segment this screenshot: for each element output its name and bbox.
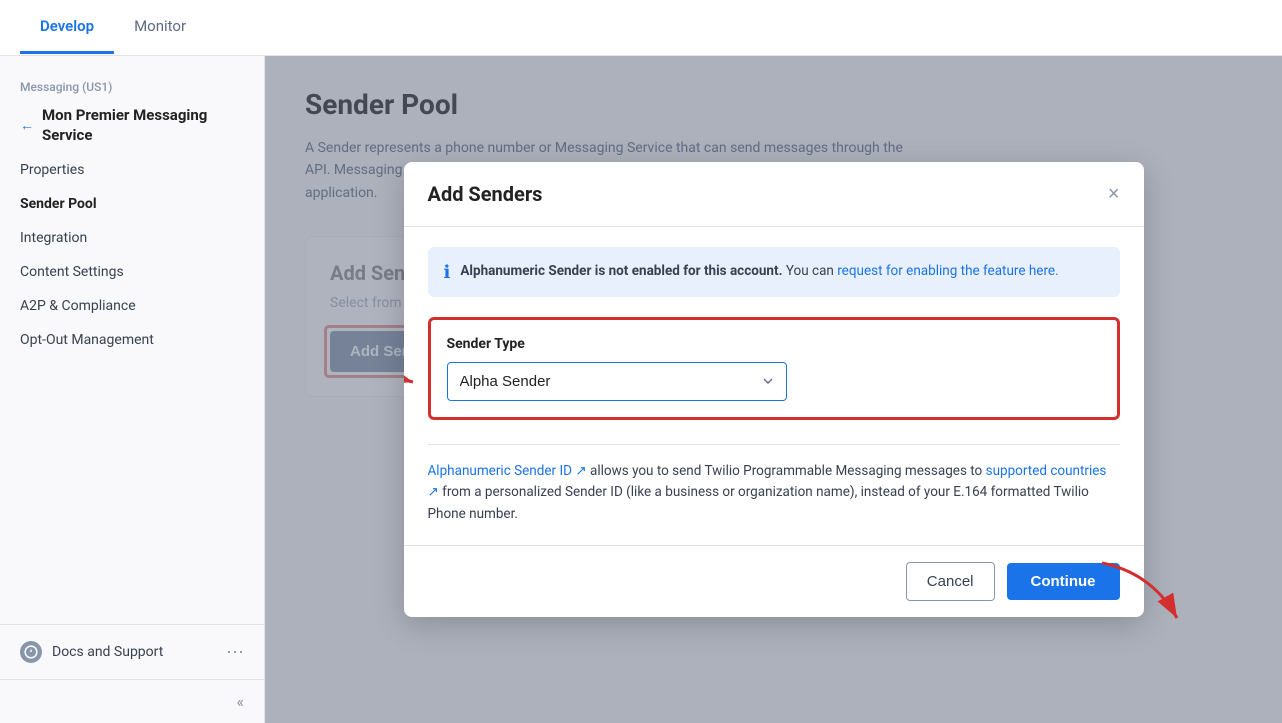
modal-close-button[interactable]: × bbox=[1108, 184, 1120, 204]
modal: Add Senders × ℹ Alphanumeric Sender is n… bbox=[404, 162, 1144, 618]
docs-icon bbox=[20, 641, 42, 663]
sender-type-wrapper: Sender Type Alpha Sender Short Code Long… bbox=[428, 317, 1120, 440]
docs-support-label: Docs and Support bbox=[52, 644, 163, 660]
modal-header: Add Senders × bbox=[404, 162, 1144, 227]
tab-develop[interactable]: Develop bbox=[20, 1, 114, 54]
info-text: Alphanumeric Sender is not enabled for t… bbox=[460, 261, 1058, 281]
info-normal: You can bbox=[786, 263, 837, 279]
alpha-description: Alphanumeric Sender ID ↗ allows you to s… bbox=[428, 444, 1120, 526]
sender-type-label: Sender Type bbox=[447, 336, 1101, 352]
info-strong: Alphanumeric Sender is not enabled for t… bbox=[460, 263, 782, 279]
modal-footer: Cancel Continue bbox=[404, 545, 1144, 617]
nav-tabs: Develop Monitor bbox=[20, 1, 206, 54]
sidebar-item-a2p[interactable]: A2P & Compliance bbox=[0, 289, 264, 323]
arrow-to-dropdown-icon bbox=[404, 347, 428, 402]
alpha-sender-id-link[interactable]: Alphanumeric Sender ID ↗ bbox=[428, 463, 587, 479]
sidebar: Messaging (US1) ← Mon Premier Messaging … bbox=[0, 56, 265, 723]
back-arrow-icon[interactable]: ← bbox=[20, 117, 34, 134]
modal-title: Add Senders bbox=[428, 182, 543, 206]
cancel-button[interactable]: Cancel bbox=[906, 562, 995, 601]
docs-support-row[interactable]: Docs and Support bbox=[20, 641, 163, 663]
top-nav: Develop Monitor bbox=[0, 0, 1282, 56]
sender-type-section: Sender Type Alpha Sender Short Code Long… bbox=[428, 317, 1120, 420]
modal-body: ℹ Alphanumeric Sender is not enabled for… bbox=[404, 227, 1144, 546]
info-icon: ℹ bbox=[444, 262, 451, 283]
sidebar-item-sender-pool[interactable]: Sender Pool bbox=[0, 187, 264, 221]
sidebar-item-content-settings[interactable]: Content Settings bbox=[0, 255, 264, 289]
info-link[interactable]: request for enabling the feature here. bbox=[837, 263, 1058, 279]
alpha-desc-text1: allows you to send Twilio Programmable M… bbox=[590, 463, 986, 479]
sidebar-service-row: ← Mon Premier Messaging Service bbox=[0, 98, 264, 153]
more-options-icon[interactable]: ⋯ bbox=[226, 642, 244, 663]
main-content: Sender Pool A Sender represents a phone … bbox=[265, 56, 1282, 723]
sidebar-item-integration[interactable]: Integration bbox=[0, 221, 264, 255]
sidebar-collapse: « bbox=[0, 679, 264, 723]
sidebar-service-label: Messaging (US1) bbox=[0, 72, 264, 98]
sidebar-content: Messaging (US1) ← Mon Premier Messaging … bbox=[0, 56, 264, 624]
sidebar-item-opt-out[interactable]: Opt-Out Management bbox=[0, 323, 264, 357]
sidebar-item-properties[interactable]: Properties bbox=[0, 153, 264, 187]
info-banner: ℹ Alphanumeric Sender is not enabled for… bbox=[428, 247, 1120, 297]
sidebar-service-name: Mon Premier Messaging Service bbox=[42, 106, 244, 145]
sidebar-footer: Docs and Support ⋯ bbox=[0, 624, 264, 679]
layout: Messaging (US1) ← Mon Premier Messaging … bbox=[0, 56, 1282, 723]
sender-type-select[interactable]: Alpha Sender Short Code Long Code Toll-F… bbox=[447, 362, 787, 401]
continue-button[interactable]: Continue bbox=[1007, 563, 1120, 600]
alpha-desc-text2: from a personalized Sender ID (like a bu… bbox=[428, 484, 1089, 522]
modal-overlay: Add Senders × ℹ Alphanumeric Sender is n… bbox=[265, 56, 1282, 723]
collapse-icon[interactable]: « bbox=[236, 692, 244, 711]
tab-monitor[interactable]: Monitor bbox=[114, 1, 206, 54]
